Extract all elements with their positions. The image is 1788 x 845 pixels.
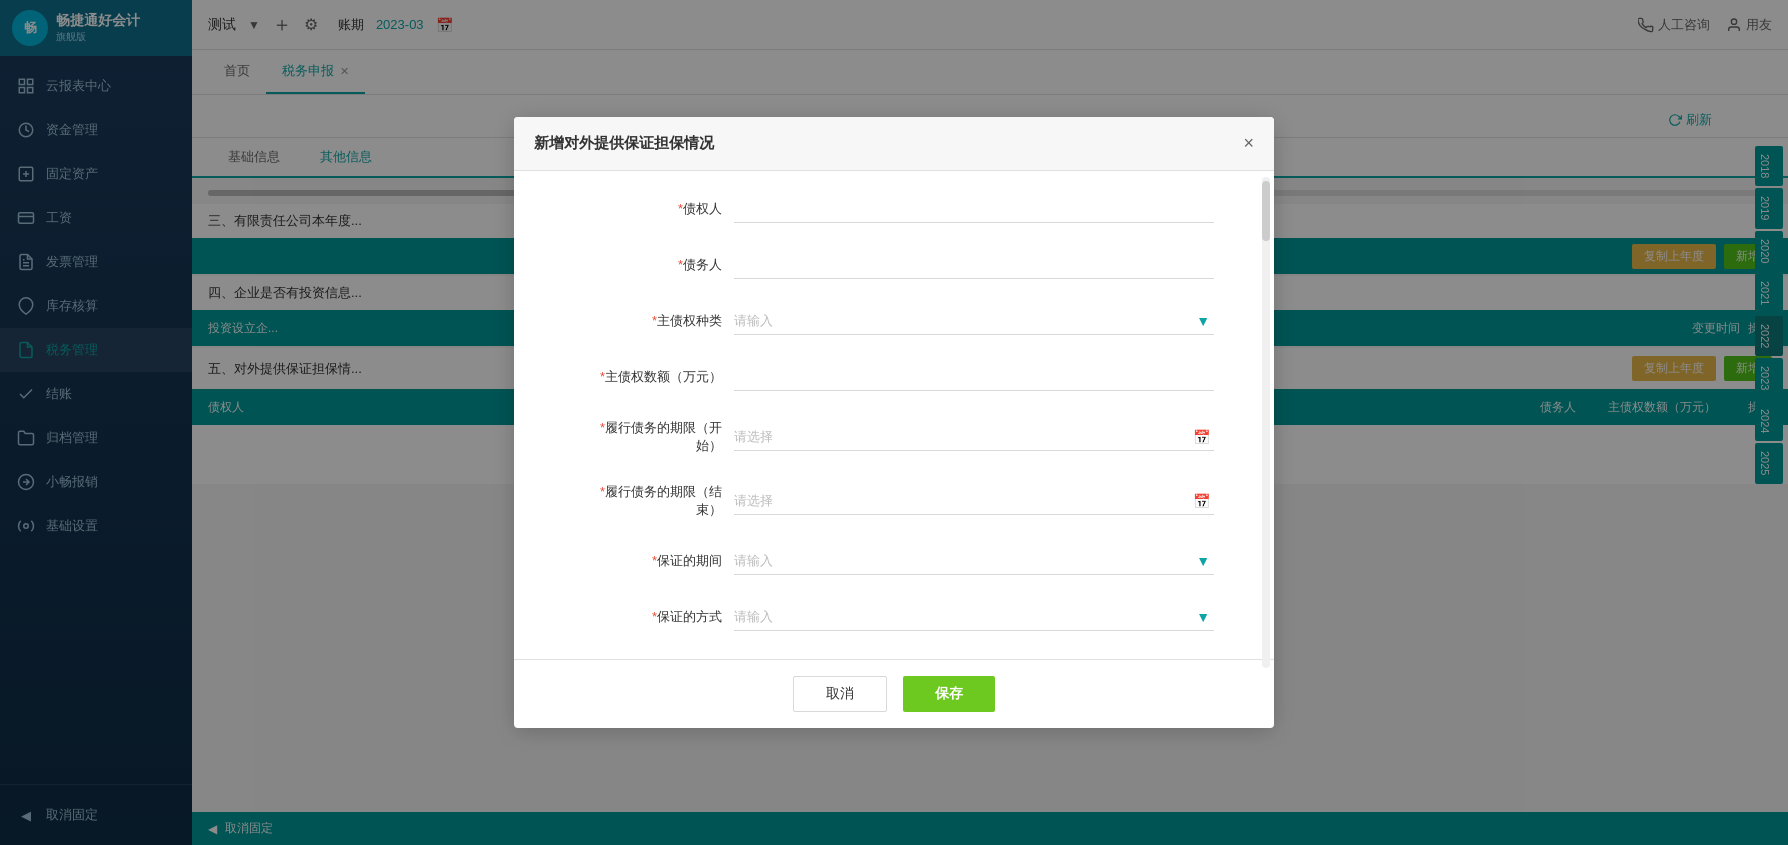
form-row-baozhengfangshi: *保证的方式 ▼ [574,603,1214,631]
dialog-close-button[interactable]: × [1243,133,1254,154]
calendar-icon[interactable]: 📅 [1189,429,1214,445]
dialog-scrollbar-thumb [1262,181,1270,241]
chevron-down-icon-3[interactable]: ▼ [1192,609,1214,625]
dialog-title: 新增对外提供保证担保情况 [534,134,714,153]
input-baozhengfangshi[interactable] [734,603,1192,630]
label-lvxingkaishi: *履行债务的期限（开始） [574,419,734,455]
dialog-body: *债权人 *债务人 *主债权种类 ▼ [514,171,1274,659]
dialog: 新增对外提供保证担保情况 × *债权人 *债务人 * [514,117,1274,728]
date-lvxingjieshu-wrapper: 📅 [734,487,1214,515]
dialog-footer: 取消 保存 [514,659,1274,728]
label-baozhengqijian: *保证的期间 [574,552,734,570]
label-zhaiwuren: *债务人 [574,256,734,274]
input-zhaiquanren[interactable] [734,195,1214,223]
chevron-down-icon-2[interactable]: ▼ [1192,553,1214,569]
input-zhaiwuren[interactable] [734,251,1214,279]
form-row-zhaiquanren: *债权人 [574,195,1214,223]
input-baozhengqijian[interactable] [734,547,1192,574]
form-row-zhaiwuren: *债务人 [574,251,1214,279]
save-button[interactable]: 保存 [903,676,995,712]
label-zhuzhaiquanzhonglei: *主债权种类 [574,312,734,330]
modal-overlay: 新增对外提供保证担保情况 × *债权人 *债务人 * [0,0,1788,845]
dialog-scrollbar[interactable] [1262,177,1270,668]
label-zhaiquanren: *债权人 [574,200,734,218]
input-lvxingjieshu[interactable] [734,487,1189,514]
form-row-zhuzhaiquanzhonglei: *主债权种类 ▼ [574,307,1214,335]
input-zhuzhaiquanzhonglei[interactable] [734,307,1192,334]
chevron-down-icon[interactable]: ▼ [1192,313,1214,329]
input-lvxingkaishi[interactable] [734,423,1189,450]
label-lvxingjieshu: *履行债务的期限（结束） [574,483,734,519]
date-lvxingkaishi-wrapper: 📅 [734,423,1214,451]
form-row-lvxingjieshu: *履行债务的期限（结束） 📅 [574,483,1214,519]
cancel-button[interactable]: 取消 [793,676,887,712]
label-baozhengfangshi: *保证的方式 [574,608,734,626]
select-baozhengfangshi-wrapper: ▼ [734,603,1214,631]
form-row-zhuzhaiquanshu: *主债权数额（万元） [574,363,1214,391]
select-baozhengqijian-wrapper: ▼ [734,547,1214,575]
input-zhuzhaiquanshu[interactable] [734,363,1214,391]
form-row-baozhengqijian: *保证的期间 ▼ [574,547,1214,575]
calendar-icon-end[interactable]: 📅 [1189,493,1214,509]
form-row-lvxingkaishi: *履行债务的期限（开始） 📅 [574,419,1214,455]
select-zhuzhaiquanzhonglei-wrapper: ▼ [734,307,1214,335]
dialog-header: 新增对外提供保证担保情况 × [514,117,1274,171]
label-zhuzhaiquanshu: *主债权数额（万元） [574,368,734,386]
